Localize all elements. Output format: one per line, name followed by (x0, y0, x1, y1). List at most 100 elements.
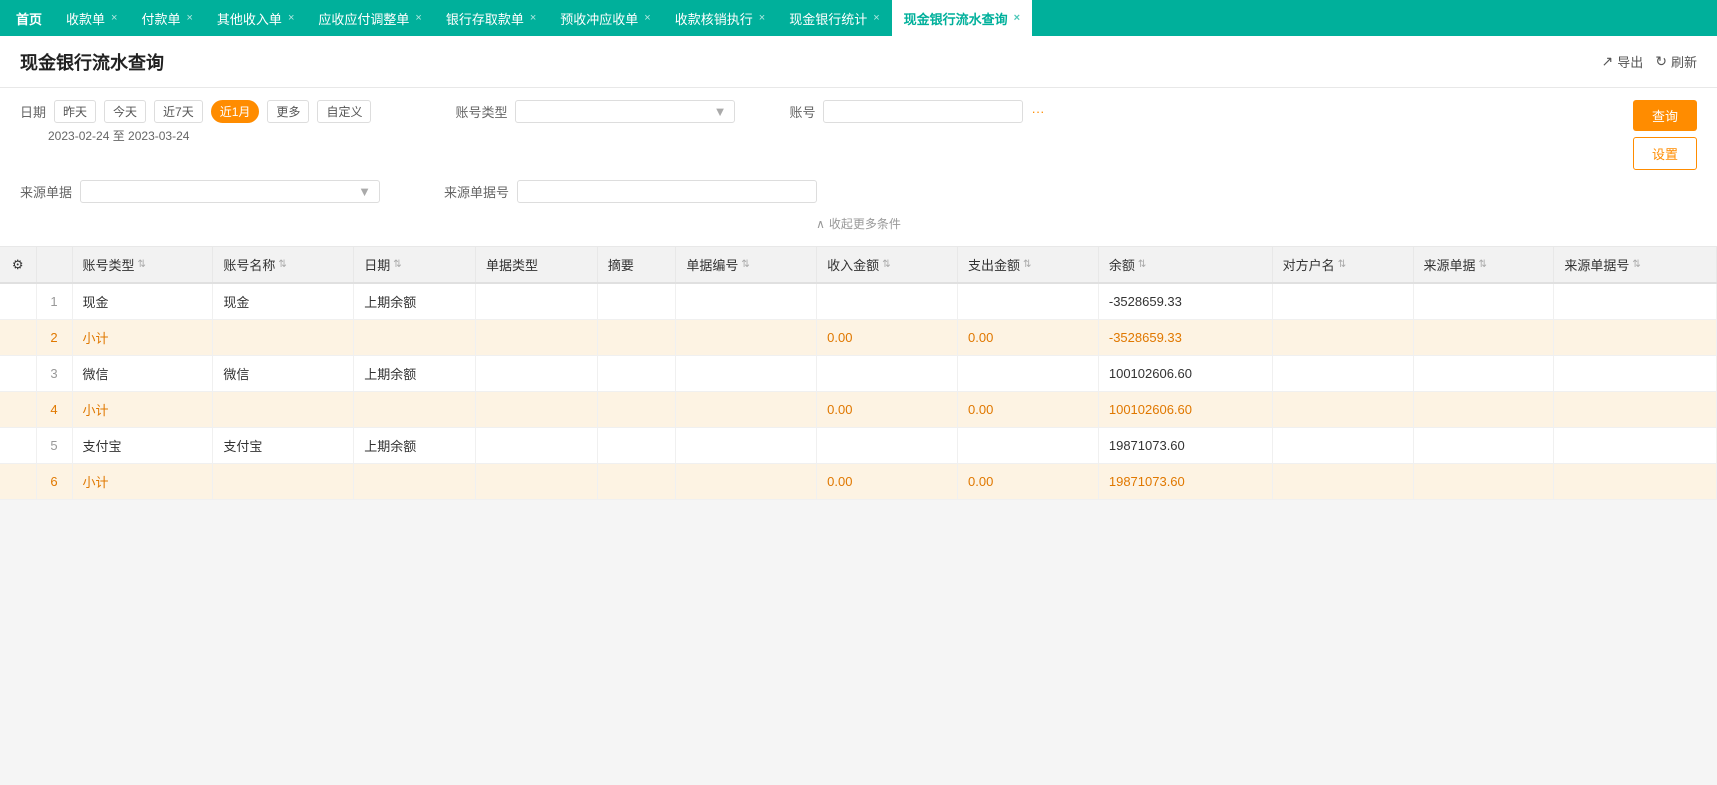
close-other-income[interactable]: × (288, 12, 294, 24)
row-date (354, 320, 476, 356)
row-summary (597, 283, 675, 320)
row-doc-type (476, 464, 598, 500)
close-cash-bank-flow[interactable]: × (1014, 12, 1020, 24)
col-gear[interactable]: ⚙ (0, 247, 36, 283)
data-table: ⚙ 账号类型 ⇅ 账号名称 ⇅ 日期 (0, 247, 1717, 500)
filter-area: 日期 昨天 今天 近7天 近1月 更多 自定义 2023-02-24 至 202… (0, 88, 1717, 247)
row-gear (0, 283, 36, 320)
row-counterparty (1272, 320, 1413, 356)
nav-payment[interactable]: 付款单 × (129, 0, 204, 36)
col-source-doc-no[interactable]: 来源单据号 ⇅ (1554, 247, 1717, 283)
top-nav: 首页 收款单 × 付款单 × 其他收入单 × 应收应付调整单 × 银行存取款单 … (0, 0, 1717, 36)
row-summary (597, 464, 675, 500)
collapse-label: 收起更多条件 (829, 215, 901, 232)
nav-prepay-write-off[interactable]: 预收冲应收单 × (548, 0, 662, 36)
close-cash-bank-stat[interactable]: × (873, 12, 879, 24)
source-doc-chevron-icon: ▼ (358, 184, 371, 199)
row-balance: 19871073.60 (1098, 428, 1272, 464)
source-doc-select[interactable]: ▼ (80, 180, 380, 203)
col-account-name[interactable]: 账号名称 ⇅ (213, 247, 354, 283)
query-button[interactable]: 查询 (1633, 100, 1697, 131)
sort-income-icon: ⇅ (882, 259, 890, 270)
row-income (817, 356, 958, 392)
col-counterparty[interactable]: 对方户名 ⇅ (1272, 247, 1413, 283)
collapse-bar[interactable]: ∧ 收起更多条件 (20, 209, 1697, 234)
col-account-type[interactable]: 账号类型 ⇅ (72, 247, 213, 283)
row-account-name: 现金 (213, 283, 354, 320)
row-doc-type (476, 428, 598, 464)
row-account-name (213, 320, 354, 356)
row-counterparty (1272, 283, 1413, 320)
row-income: 0.00 (817, 320, 958, 356)
nav-home[interactable]: 首页 (4, 0, 54, 36)
row-gear (0, 320, 36, 356)
nav-collection-exec[interactable]: 收款核销执行 × (663, 0, 777, 36)
row-source-doc (1413, 320, 1554, 356)
nav-bank-deposit[interactable]: 银行存取款单 × (434, 0, 548, 36)
row-source-doc-no (1554, 320, 1717, 356)
nav-receipt[interactable]: 收款单 × (54, 0, 129, 36)
row-source-doc-no (1554, 283, 1717, 320)
nav-other-income[interactable]: 其他收入单 × (205, 0, 306, 36)
date-btn-1month[interactable]: 近1月 (211, 100, 260, 123)
nav-cash-bank-flow[interactable]: 现金银行流水查询 × (892, 0, 1032, 36)
row-balance: 100102606.60 (1098, 356, 1272, 392)
export-label: 导出 (1617, 52, 1643, 71)
account-type-select[interactable]: ▼ (515, 100, 735, 123)
row-source-doc (1413, 464, 1554, 500)
export-btn[interactable]: ↗ 导出 (1602, 52, 1644, 71)
date-btn-7days[interactable]: 近7天 (154, 100, 203, 123)
row-source-doc-no (1554, 392, 1717, 428)
row-source-doc (1413, 428, 1554, 464)
sort-date-icon: ⇅ (393, 259, 401, 270)
table-row: 1现金现金上期余额-3528659.33 (0, 283, 1717, 320)
col-rownum (36, 247, 72, 283)
sort-source-doc-icon: ⇅ (1479, 259, 1487, 270)
row-doc-no (676, 428, 817, 464)
row-expense (958, 283, 1099, 320)
col-source-doc[interactable]: 来源单据 ⇅ (1413, 247, 1554, 283)
close-ar-ap-adjust[interactable]: × (415, 12, 421, 24)
nav-cash-bank-stat[interactable]: 现金银行统计 × (777, 0, 891, 36)
row-source-doc-no (1554, 356, 1717, 392)
refresh-btn[interactable]: ↻ 刷新 (1655, 52, 1697, 71)
nav-ar-ap-adjust[interactable]: 应收应付调整单 × (306, 0, 433, 36)
table-row: 5支付宝支付宝上期余额19871073.60 (0, 428, 1717, 464)
table-header-row: ⚙ 账号类型 ⇅ 账号名称 ⇅ 日期 (0, 247, 1717, 283)
row-date: 上期余额 (354, 428, 476, 464)
close-prepay-write-off[interactable]: × (644, 12, 650, 24)
row-date (354, 392, 476, 428)
col-income[interactable]: 收入金额 ⇅ (817, 247, 958, 283)
table-row: 4小计0.000.00100102606.60 (0, 392, 1717, 428)
date-btn-today[interactable]: 今天 (104, 100, 146, 123)
settings-button[interactable]: 设置 (1633, 137, 1697, 170)
row-account-type: 小计 (72, 320, 213, 356)
date-btn-custom[interactable]: 自定义 (317, 100, 371, 123)
row-counterparty (1272, 464, 1413, 500)
date-btn-more[interactable]: 更多 (267, 100, 309, 123)
date-btn-yesterday[interactable]: 昨天 (54, 100, 96, 123)
close-bank-deposit[interactable]: × (530, 12, 536, 24)
row-account-type: 现金 (72, 283, 213, 320)
close-payment[interactable]: × (186, 12, 192, 24)
col-doc-no[interactable]: 单据编号 ⇅ (676, 247, 817, 283)
row-doc-type (476, 320, 598, 356)
row-source-doc (1413, 283, 1554, 320)
row-counterparty (1272, 392, 1413, 428)
account-more-btn[interactable]: ··· (1031, 104, 1044, 119)
col-date[interactable]: 日期 ⇅ (354, 247, 476, 283)
col-balance[interactable]: 余额 ⇅ (1098, 247, 1272, 283)
col-expense[interactable]: 支出金额 ⇅ (958, 247, 1099, 283)
close-collection-exec[interactable]: × (759, 12, 765, 24)
row-gear (0, 428, 36, 464)
sort-expense-icon: ⇅ (1023, 259, 1031, 270)
row-doc-type (476, 356, 598, 392)
source-doc-no-input[interactable] (517, 180, 817, 203)
close-receipt[interactable]: × (111, 12, 117, 24)
row-num: 5 (36, 428, 72, 464)
account-input[interactable] (823, 100, 1023, 123)
table-row: 2小计0.000.00-3528659.33 (0, 320, 1717, 356)
row-income (817, 283, 958, 320)
sort-account-type-icon: ⇅ (138, 259, 146, 270)
export-icon: ↗ (1602, 53, 1614, 70)
